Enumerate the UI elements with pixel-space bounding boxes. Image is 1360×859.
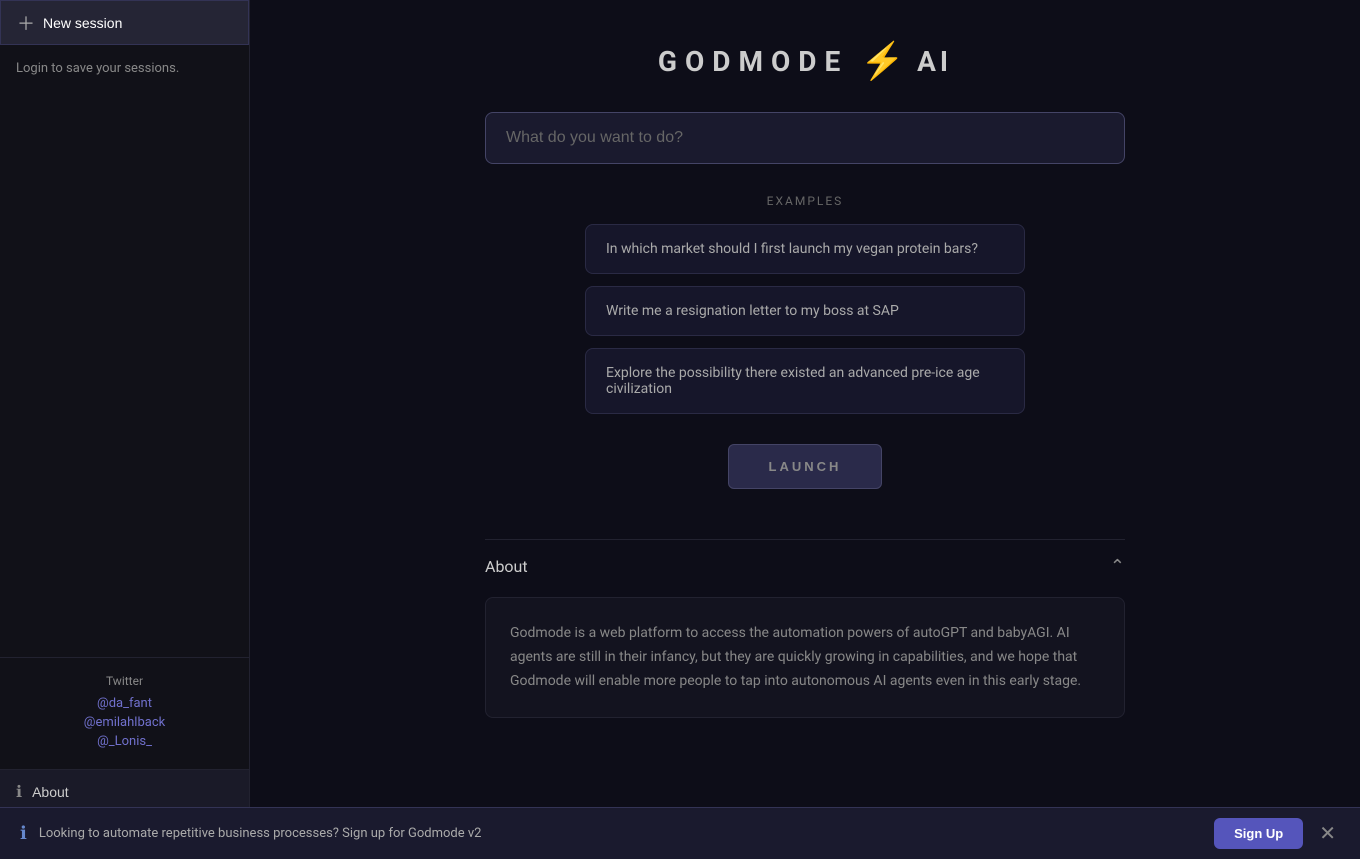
new-session-label: New session bbox=[43, 15, 122, 31]
logo-area: GODMODE ⚡ AI bbox=[250, 0, 1360, 112]
about-header[interactable]: About ⌃ bbox=[485, 539, 1125, 593]
example-card-0[interactable]: In which market should I first launch my… bbox=[585, 224, 1025, 274]
input-area bbox=[250, 112, 1360, 164]
example-card-1[interactable]: Write me a resignation letter to my boss… bbox=[585, 286, 1025, 336]
twitter-label: Twitter bbox=[16, 674, 233, 688]
launch-area: LAUNCH bbox=[250, 444, 1360, 489]
logo-godmode-text: GODMODE bbox=[658, 45, 848, 78]
notification-text: Looking to automate repetitive business … bbox=[39, 826, 1202, 841]
info-circle-icon: ℹ bbox=[16, 782, 22, 802]
login-prompt: Login to save your sessions. bbox=[0, 45, 249, 92]
signup-button[interactable]: Sign Up bbox=[1214, 818, 1303, 849]
notification-close-button[interactable]: ✕ bbox=[1315, 821, 1340, 846]
examples-label: EXAMPLES bbox=[767, 194, 844, 208]
launch-button[interactable]: LAUNCH bbox=[728, 444, 883, 489]
main-task-input[interactable] bbox=[485, 112, 1125, 164]
app-layout: ＋ New session Login to save your session… bbox=[0, 0, 1360, 859]
twitter-section: Twitter @da_fant @emilahlback @_Lonis_ bbox=[0, 658, 249, 769]
about-content: Godmode is a web platform to access the … bbox=[485, 597, 1125, 718]
about-text: Godmode is a web platform to access the … bbox=[510, 622, 1100, 693]
chevron-up-icon: ⌃ bbox=[1110, 556, 1125, 577]
new-session-button[interactable]: ＋ New session bbox=[0, 0, 249, 45]
main-content: GODMODE ⚡ AI EXAMPLES In which market sh… bbox=[250, 0, 1360, 859]
twitter-link-1[interactable]: @emilahlback bbox=[16, 715, 233, 730]
twitter-link-2[interactable]: @_Lonis_ bbox=[16, 734, 233, 749]
notification-bar: ℹ Looking to automate repetitive busines… bbox=[0, 807, 1360, 859]
plus-icon: ＋ bbox=[17, 10, 35, 36]
sidebar: ＋ New session Login to save your session… bbox=[0, 0, 250, 859]
example-card-2[interactable]: Explore the possibility there existed an… bbox=[585, 348, 1025, 414]
twitter-link-0[interactable]: @da_fant bbox=[16, 696, 233, 711]
lightning-icon: ⚡ bbox=[860, 40, 905, 82]
about-section: About ⌃ Godmode is a web platform to acc… bbox=[465, 539, 1145, 718]
about-title: About bbox=[485, 557, 528, 576]
notification-info-icon: ℹ bbox=[20, 823, 27, 844]
about-button-label: About bbox=[32, 784, 69, 800]
logo-ai-text: AI bbox=[917, 45, 952, 78]
examples-section: EXAMPLES In which market should I first … bbox=[250, 194, 1360, 414]
